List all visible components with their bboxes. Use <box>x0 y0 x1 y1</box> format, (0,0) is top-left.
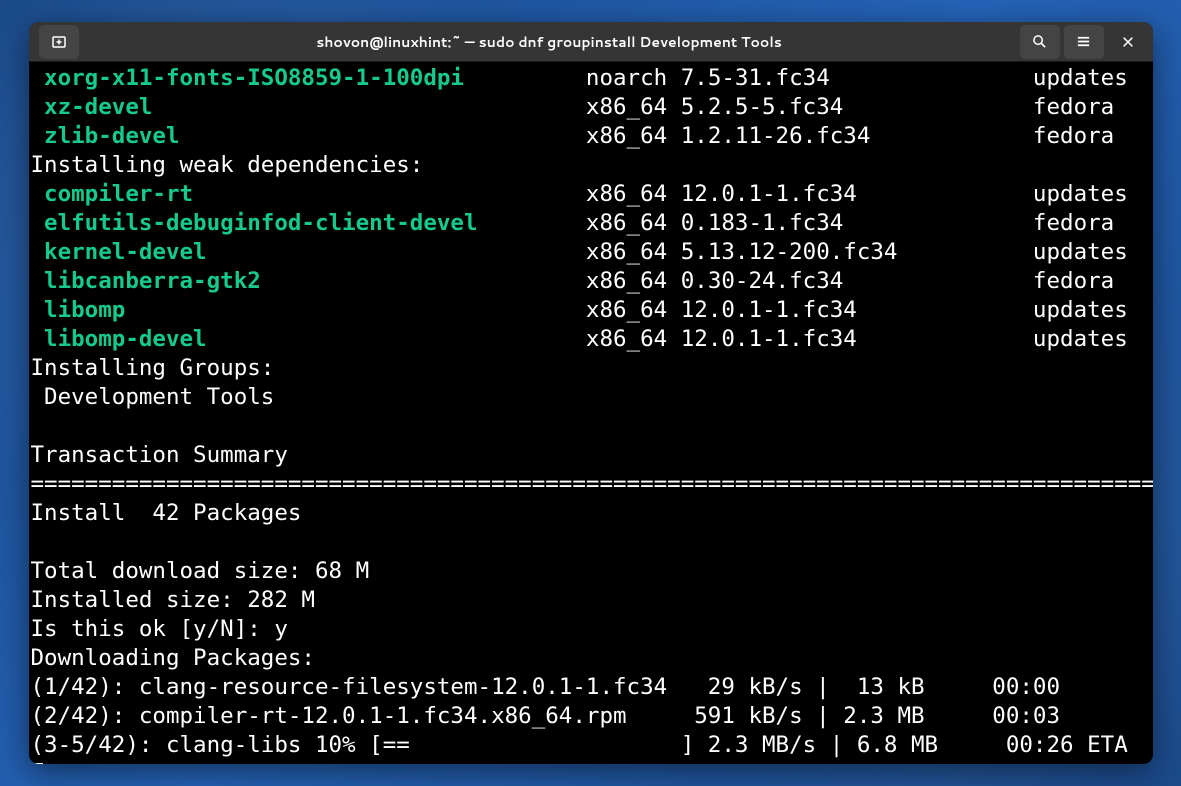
package-name: zlib-devel <box>44 123 572 149</box>
package-name: elfutils-debuginfod-client-devel <box>44 210 572 236</box>
menu-button[interactable] <box>1064 25 1104 59</box>
titlebar: shovon@linuxhint:~ — sudo dnf groupinsta… <box>29 22 1153 62</box>
new-tab-button[interactable] <box>39 25 79 59</box>
package-name: kernel-devel <box>44 239 572 265</box>
package-name: libomp-devel <box>44 326 572 352</box>
window-title: shovon@linuxhint:~ — sudo dnf groupinsta… <box>81 32 1018 52</box>
search-button[interactable] <box>1020 25 1060 59</box>
package-name: compiler-rt <box>44 181 572 207</box>
package-name: xorg-x11-fonts-ISO8859-1-100dpi <box>44 65 572 91</box>
cursor <box>31 763 43 764</box>
close-button[interactable] <box>1108 25 1148 59</box>
terminal-window: shovon@linuxhint:~ — sudo dnf groupinsta… <box>29 22 1153 764</box>
package-name: xz-devel <box>44 94 572 120</box>
terminal-output[interactable]: xorg-x11-fonts-ISO8859-1-100dpi noarch 7… <box>29 62 1153 764</box>
package-name: libcanberra-gtk2 <box>44 268 572 294</box>
package-name: libomp <box>44 297 572 323</box>
